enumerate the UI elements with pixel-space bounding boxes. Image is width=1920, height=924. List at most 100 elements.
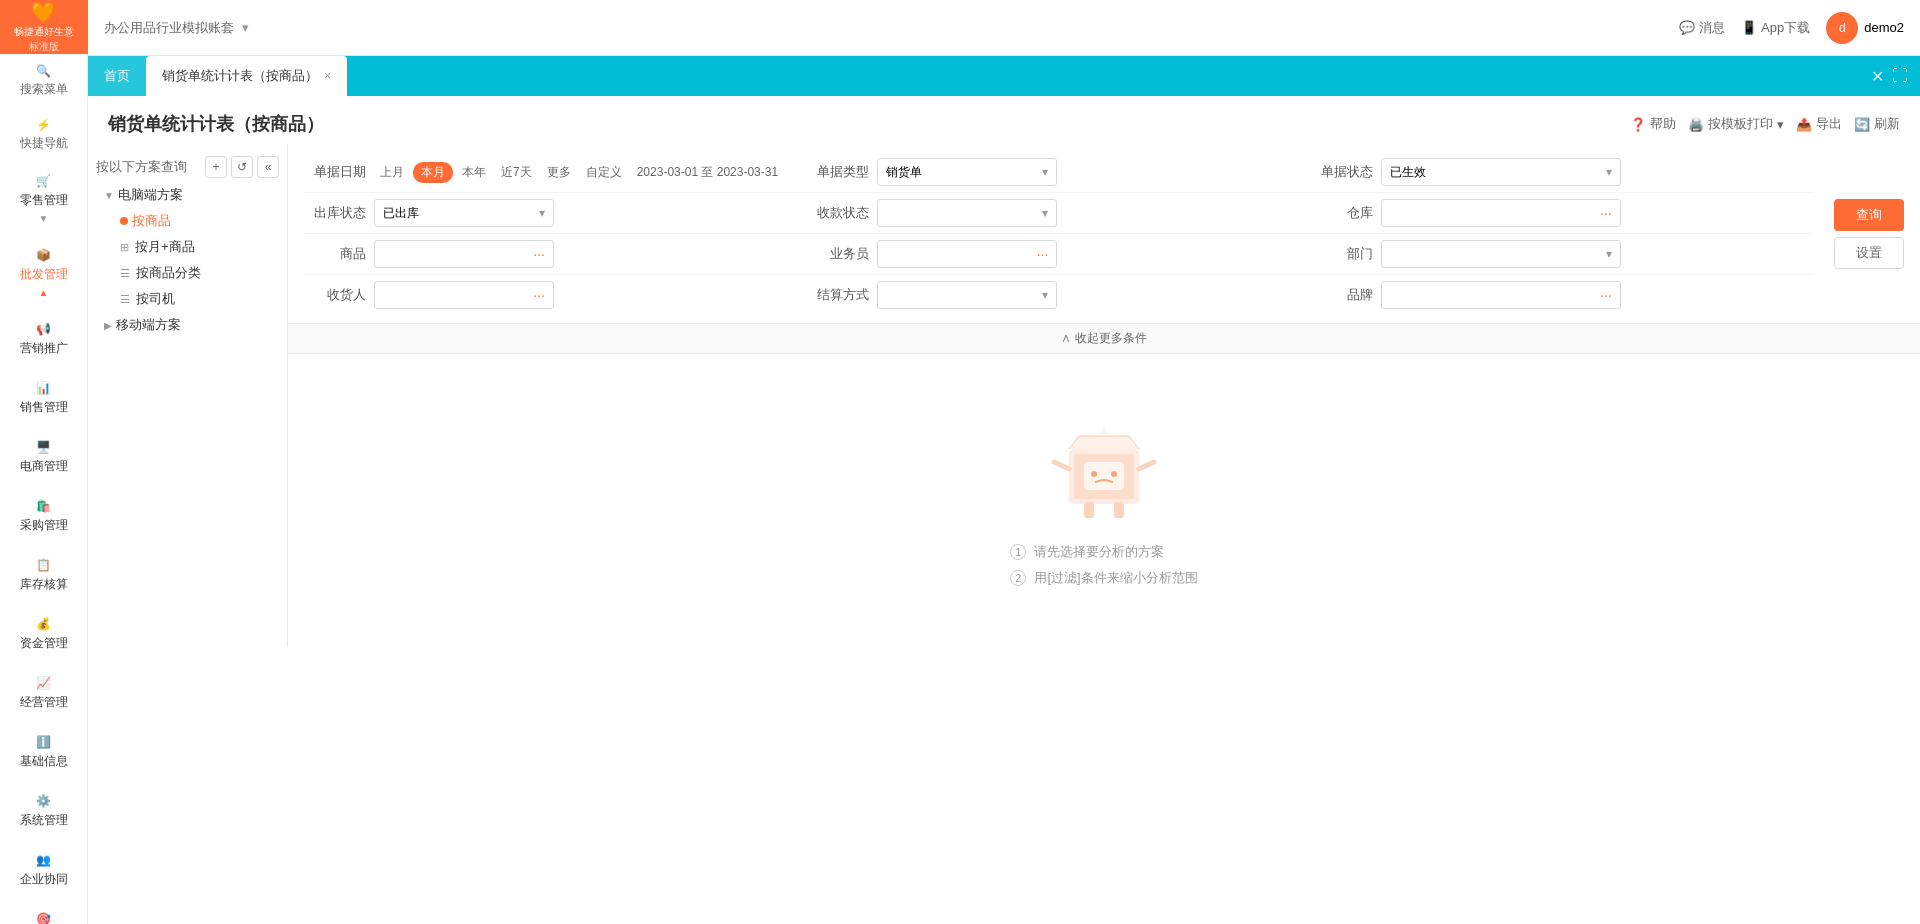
date-tab-7days[interactable]: 近7天 xyxy=(495,162,538,183)
out-select[interactable]: 已出库 ▾ xyxy=(374,199,554,227)
panel-refresh-btn[interactable]: ↺ xyxy=(231,156,253,178)
tree-item-by-goods[interactable]: 按商品 xyxy=(88,208,287,234)
help-icon: ❓ xyxy=(1630,117,1646,132)
collab-icon: 👥 xyxy=(36,853,51,867)
sidebar-item-system[interactable]: ⚙️ 系统管理 xyxy=(0,782,87,841)
tab-close-btn[interactable]: × xyxy=(324,69,331,83)
tip-text-1: 请先选择要分析的方案 xyxy=(1034,543,1164,561)
settings-btn[interactable]: 设置 xyxy=(1834,237,1904,269)
sidebar-item-base-info[interactable]: ℹ️ 基础信息 xyxy=(0,723,87,782)
svg-rect-2 xyxy=(1084,462,1124,490)
date-tab-more[interactable]: 更多 xyxy=(541,162,577,183)
message-btn[interactable]: 💬 消息 xyxy=(1679,19,1725,37)
sidebar-quicknav[interactable]: ⚡ 快捷导航 xyxy=(0,108,87,162)
filter-col-goods: 商品 ··· xyxy=(304,240,807,268)
help-btn[interactable]: ❓ 帮助 xyxy=(1630,115,1676,133)
sidebar-search[interactable]: 🔍 搜索菜单 xyxy=(0,54,87,108)
panel-add-btn[interactable]: + xyxy=(205,156,227,178)
date-tab-custom[interactable]: 自定义 xyxy=(580,162,628,183)
filter-col-receiver: 收货人 ··· xyxy=(304,281,807,309)
tree-item-month-goods[interactable]: ⊞ 按月+商品 xyxy=(88,234,287,260)
workspace-title[interactable]: 办公用品行业模拟账套 ▾ xyxy=(104,19,1667,37)
tree-group-mobile[interactable]: ▶ 移动端方案 xyxy=(88,312,287,338)
sidebar-item-sales[interactable]: 📊 销售管理 xyxy=(0,369,87,428)
topbar-actions: 💬 消息 📱 App下载 d demo2 xyxy=(1679,12,1904,44)
sidebar-wholesale-label: 批发管理 xyxy=(20,266,68,283)
sidebar-item-finance[interactable]: 💰 资金管理 xyxy=(0,605,87,664)
tree-item-goods-category[interactable]: ☰ 按商品分类 xyxy=(88,260,287,286)
staff-input[interactable]: ··· xyxy=(877,240,1057,268)
empty-illustration xyxy=(1044,414,1164,527)
print-chevron: ▾ xyxy=(1777,117,1784,132)
tab-expand-btn[interactable]: ⛶ xyxy=(1892,67,1908,85)
brand-input[interactable]: ··· xyxy=(1381,281,1621,309)
sidebar-item-wholesale[interactable]: 📦 批发管理 ▲ xyxy=(0,236,87,310)
print-btn[interactable]: 🖨️ 按模板打印 ▾ xyxy=(1688,115,1784,133)
filter-col-dept: 部门 ▾ xyxy=(1311,240,1814,268)
export-btn[interactable]: 📤 导出 xyxy=(1796,115,1842,133)
warehouse-label: 仓库 xyxy=(1311,204,1381,222)
sidebar-item-marketing[interactable]: 📢 营销推广 xyxy=(0,310,87,369)
collapse-bar[interactable]: ∧ 收起更多条件 xyxy=(288,324,1920,354)
grid-icon: ⊞ xyxy=(120,241,129,254)
payment-label: 结算方式 xyxy=(807,286,877,304)
panel-collapse-btn[interactable]: « xyxy=(257,156,279,178)
tab-close-window-btn[interactable]: ✕ xyxy=(1871,67,1884,86)
avatar: d xyxy=(1826,12,1858,44)
empty-tip-1: 1 请先选择要分析的方案 xyxy=(1010,543,1164,561)
dept-label: 部门 xyxy=(1311,245,1381,263)
sidebar-item-inventory[interactable]: 📋 库存核算 xyxy=(0,546,87,605)
wholesale-icon: 📦 xyxy=(36,248,51,262)
sidebar-item-collab[interactable]: 👥 企业协同 xyxy=(0,841,87,900)
user-profile[interactable]: d demo2 xyxy=(1826,12,1904,44)
quicknav-icon: ⚡ xyxy=(36,118,51,132)
sidebar-item-guide[interactable]: 🎯 新手引导 xyxy=(0,900,87,924)
date-tab-last-month[interactable]: 上月 xyxy=(374,162,410,183)
tabbar-right: ✕ ⛶ xyxy=(1871,67,1920,86)
svg-rect-6 xyxy=(1114,502,1124,518)
svg-point-4 xyxy=(1111,471,1117,477)
collapse-label: ∧ 收起更多条件 xyxy=(1061,330,1146,347)
sidebar-item-operations[interactable]: 📈 经营管理 xyxy=(0,664,87,723)
tab-active[interactable]: 销货单统计计表（按商品） × xyxy=(146,56,347,96)
tab-home[interactable]: 首页 xyxy=(88,56,146,96)
filter-col-out: 出库状态 已出库 ▾ xyxy=(304,199,807,227)
tree-group-pc[interactable]: ▼ 电脑端方案 xyxy=(88,182,287,208)
filter-inner: 单据日期 上月 本月 本年 近7天 更多 自定义 2023-03-01 至 20… xyxy=(304,152,1814,315)
tab-active-label: 销货单统计计表（按商品） xyxy=(162,67,318,85)
filter-col-warehouse: 仓库 ··· xyxy=(1311,199,1814,227)
sidebar-item-purchase[interactable]: 🛍️ 采购管理 xyxy=(0,487,87,546)
date-range-display: 2023-03-01 至 2023-03-31 xyxy=(637,164,778,181)
receive-select[interactable]: ▾ xyxy=(877,199,1057,227)
tree-item-driver[interactable]: ☰ 按司机 xyxy=(88,286,287,312)
refresh-btn[interactable]: 🔄 刷新 xyxy=(1854,115,1900,133)
warehouse-input[interactable]: ··· xyxy=(1381,199,1621,227)
tree-item-driver-label: 按司机 xyxy=(136,290,175,308)
filter-col-date: 单据日期 上月 本月 本年 近7天 更多 自定义 2023-03-01 至 20… xyxy=(304,162,807,183)
query-btn[interactable]: 查询 xyxy=(1834,199,1904,231)
tree-mobile-expand-icon: ▶ xyxy=(104,320,112,331)
ecommerce-icon: 🖥️ xyxy=(36,440,51,454)
payment-select[interactable]: ▾ xyxy=(877,281,1057,309)
receiver-input[interactable]: ··· xyxy=(374,281,554,309)
finance-icon: 💰 xyxy=(36,617,51,631)
date-tabs-group: 上月 本月 本年 近7天 更多 自定义 2023-03-01 至 2023-03… xyxy=(374,162,778,183)
receive-label: 收款状态 xyxy=(807,204,877,222)
app-download-btn[interactable]: 📱 App下载 xyxy=(1741,19,1810,37)
type-select[interactable]: 销货单 ▾ xyxy=(877,158,1057,186)
staff-label: 业务员 xyxy=(807,245,877,263)
date-tab-this-month[interactable]: 本月 xyxy=(413,162,453,183)
search-icon: 🔍 xyxy=(36,64,51,78)
filter-row-2: 出库状态 已出库 ▾ 收款状态 ▾ xyxy=(304,193,1814,234)
tip-text-2: 用[过滤]条件来缩小分析范围 xyxy=(1034,569,1197,587)
download-icon: 📱 xyxy=(1741,20,1757,35)
sidebar-item-ecommerce[interactable]: 🖥️ 电商管理 xyxy=(0,428,87,487)
goods-input[interactable]: ··· xyxy=(374,240,554,268)
sidebar-item-retail[interactable]: 🛒 零售管理 ▼ xyxy=(0,162,87,236)
sidebar-ecommerce-label: 电商管理 xyxy=(20,458,68,475)
export-label: 导出 xyxy=(1816,115,1842,133)
dept-select[interactable]: ▾ xyxy=(1381,240,1621,268)
date-tab-this-year[interactable]: 本年 xyxy=(456,162,492,183)
receiver-dots: ··· xyxy=(533,287,545,303)
status-select[interactable]: 已生效 ▾ xyxy=(1381,158,1621,186)
